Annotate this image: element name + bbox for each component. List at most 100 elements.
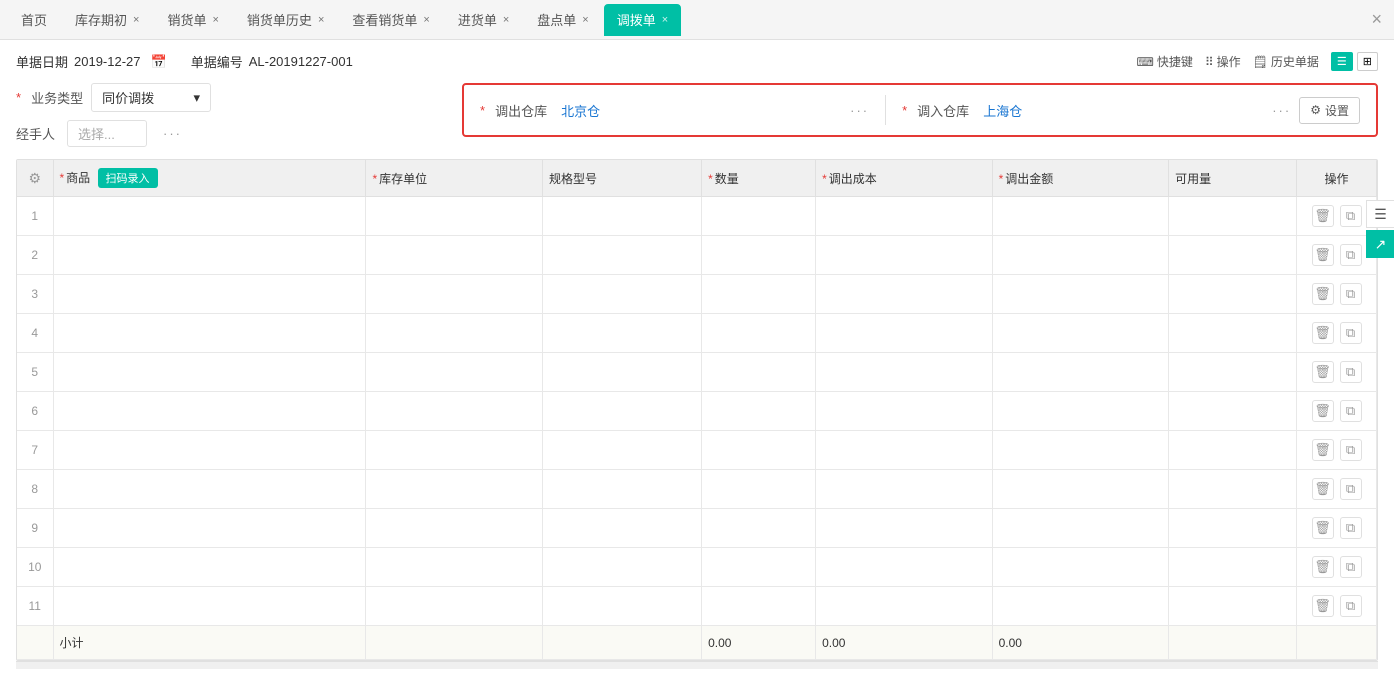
- copy-row-button[interactable]: ⧉: [1340, 556, 1362, 578]
- close-all-tabs-button[interactable]: ×: [1367, 5, 1386, 34]
- copy-row-button[interactable]: ⧉: [1340, 478, 1362, 500]
- grid-view-button[interactable]: ⊞: [1357, 52, 1378, 71]
- action-col-header: 操作: [1297, 160, 1377, 197]
- copy-row-button[interactable]: ⧉: [1340, 400, 1362, 422]
- table-row: 5🗑⧉: [17, 353, 1377, 392]
- right-sidebar: ☰ ↗: [1366, 200, 1394, 258]
- tab-sales-history[interactable]: 销货单历史 ×: [234, 4, 337, 36]
- number-field: 单据编号 AL-20191227-001: [191, 52, 353, 71]
- calendar-icon[interactable]: 📅: [151, 54, 167, 70]
- delete-row-button[interactable]: 🗑: [1312, 205, 1334, 227]
- cost-col-header: *调出成本: [816, 160, 993, 197]
- table-row: 4🗑⧉: [17, 314, 1377, 353]
- chevron-down-icon: ▾: [194, 90, 201, 106]
- copy-row-button[interactable]: ⧉: [1340, 322, 1362, 344]
- delete-row-button[interactable]: 🗑: [1312, 244, 1334, 266]
- warehouse-settings-button[interactable]: ⚙ 设置: [1299, 97, 1360, 124]
- table-row: 11🗑⧉: [17, 587, 1377, 626]
- delete-row-button[interactable]: 🗑: [1312, 556, 1334, 578]
- close-icon[interactable]: ×: [503, 14, 509, 26]
- date-field: 单据日期 2019-12-27 📅: [16, 52, 167, 71]
- copy-row-button[interactable]: ⧉: [1340, 361, 1362, 383]
- subtotal-amount: 0.00: [992, 626, 1169, 660]
- delete-row-button[interactable]: 🗑: [1312, 400, 1334, 422]
- tab-sales-order[interactable]: 销货单 ×: [154, 4, 231, 36]
- table-row: 8🗑⧉: [17, 470, 1377, 509]
- header-actions: ⌨ 快捷键 ⠿ 操作 🗒 历史单据 ☰ ⊞: [1137, 52, 1379, 71]
- subtotal-label: 小计: [53, 626, 366, 660]
- copy-row-button[interactable]: ⧉: [1340, 205, 1362, 227]
- keyboard-icon: ⌨: [1137, 55, 1154, 69]
- tab-bar: 首页 库存期初 × 销货单 × 销货单历史 × 查看销货单 × 进货单 × 盘点…: [0, 0, 1394, 40]
- warehouse-box: * 调出仓库 北京仓 ··· * 调入仓库 上海仓 ··· ⚙ 设置: [462, 83, 1378, 137]
- operations-button[interactable]: ⠿ 操作: [1205, 53, 1241, 70]
- table-row: 3🗑⧉: [17, 275, 1377, 314]
- table-row: 2🗑⧉: [17, 236, 1377, 275]
- subtotal-qty: 0.00: [702, 626, 816, 660]
- close-icon[interactable]: ×: [662, 14, 668, 26]
- grid-icon: ⠿: [1205, 55, 1214, 69]
- qty-col-header: *数量: [702, 160, 816, 197]
- list-view-button[interactable]: ☰: [1331, 52, 1353, 71]
- view-toggle: ☰ ⊞: [1331, 52, 1378, 71]
- table-row: 1🗑⧉: [17, 197, 1377, 236]
- close-icon[interactable]: ×: [423, 14, 429, 26]
- out-required-marker: *: [480, 103, 485, 118]
- warehouse-out-section: * 调出仓库 北京仓 ···: [480, 101, 869, 120]
- horizontal-scrollbar[interactable]: [16, 661, 1378, 669]
- form-header: 单据日期 2019-12-27 📅 单据编号 AL-20191227-001 ⌨…: [16, 52, 1378, 71]
- sidebar-list-icon[interactable]: ☰: [1366, 200, 1394, 228]
- delete-row-button[interactable]: 🗑: [1312, 361, 1334, 383]
- product-col-header: *商品 扫码录入: [53, 160, 366, 197]
- close-icon[interactable]: ×: [133, 14, 139, 26]
- copy-row-button[interactable]: ⧉: [1340, 283, 1362, 305]
- unit-col-header: *库存单位: [366, 160, 543, 197]
- gear-icon: ⚙: [1310, 103, 1321, 117]
- close-icon[interactable]: ×: [582, 14, 588, 26]
- table-row: 6🗑⧉: [17, 392, 1377, 431]
- table-gear-icon[interactable]: ⚙: [28, 170, 41, 186]
- tab-init-stock[interactable]: 库存期初 ×: [62, 4, 152, 36]
- available-col-header: 可用量: [1169, 160, 1297, 197]
- history-icon: 🗒: [1253, 55, 1268, 69]
- tab-transfer[interactable]: 调拨单 ×: [604, 4, 681, 36]
- person-more-button[interactable]: ···: [163, 126, 182, 141]
- tab-purchase[interactable]: 进货单 ×: [445, 4, 522, 36]
- delete-row-button[interactable]: 🗑: [1312, 517, 1334, 539]
- subtotal-cost: 0.00: [816, 626, 993, 660]
- tab-view-sales[interactable]: 查看销货单 ×: [339, 4, 442, 36]
- delete-row-button[interactable]: 🗑: [1312, 439, 1334, 461]
- settings-col-header: ⚙: [17, 160, 53, 197]
- spec-col-header: 规格型号: [543, 160, 702, 197]
- delete-row-button[interactable]: 🗑: [1312, 478, 1334, 500]
- history-button[interactable]: 🗒 历史单据: [1253, 53, 1319, 70]
- delete-row-button[interactable]: 🗑: [1312, 322, 1334, 344]
- warehouse-in-section: * 调入仓库 上海仓 ···: [902, 101, 1291, 120]
- tab-inventory[interactable]: 盘点单 ×: [524, 4, 601, 36]
- warehouse-divider: [885, 95, 886, 125]
- table-row: 10🗑⧉: [17, 548, 1377, 587]
- copy-row-button[interactable]: ⧉: [1340, 244, 1362, 266]
- in-warehouse-more-button[interactable]: ···: [1272, 103, 1291, 118]
- table-row: 9🗑⧉: [17, 509, 1377, 548]
- subtotal-row: 小计 0.00 0.00 0.00: [17, 626, 1377, 660]
- close-icon[interactable]: ×: [318, 14, 324, 26]
- amount-col-header: *调出金额: [992, 160, 1169, 197]
- in-required-marker: *: [902, 103, 907, 118]
- scan-button[interactable]: 扫码录入: [98, 168, 158, 188]
- copy-row-button[interactable]: ⧉: [1340, 439, 1362, 461]
- copy-row-button[interactable]: ⧉: [1340, 595, 1362, 617]
- shortcuts-button[interactable]: ⌨ 快捷键: [1137, 53, 1193, 70]
- business-type-select[interactable]: 同价调拨 ▾: [91, 83, 211, 112]
- delete-row-button[interactable]: 🗑: [1312, 595, 1334, 617]
- person-row: 经手人 选择... ···: [16, 120, 446, 147]
- main-content: 单据日期 2019-12-27 📅 单据编号 AL-20191227-001 ⌨…: [0, 40, 1394, 681]
- out-warehouse-more-button[interactable]: ···: [850, 103, 869, 118]
- business-type-row: * 业务类型 同价调拨 ▾: [16, 83, 446, 112]
- copy-row-button[interactable]: ⧉: [1340, 517, 1362, 539]
- tab-home[interactable]: 首页: [8, 4, 60, 36]
- table-row: 7🗑⧉: [17, 431, 1377, 470]
- sidebar-expand-icon[interactable]: ↗: [1366, 230, 1394, 258]
- close-icon[interactable]: ×: [212, 14, 218, 26]
- delete-row-button[interactable]: 🗑: [1312, 283, 1334, 305]
